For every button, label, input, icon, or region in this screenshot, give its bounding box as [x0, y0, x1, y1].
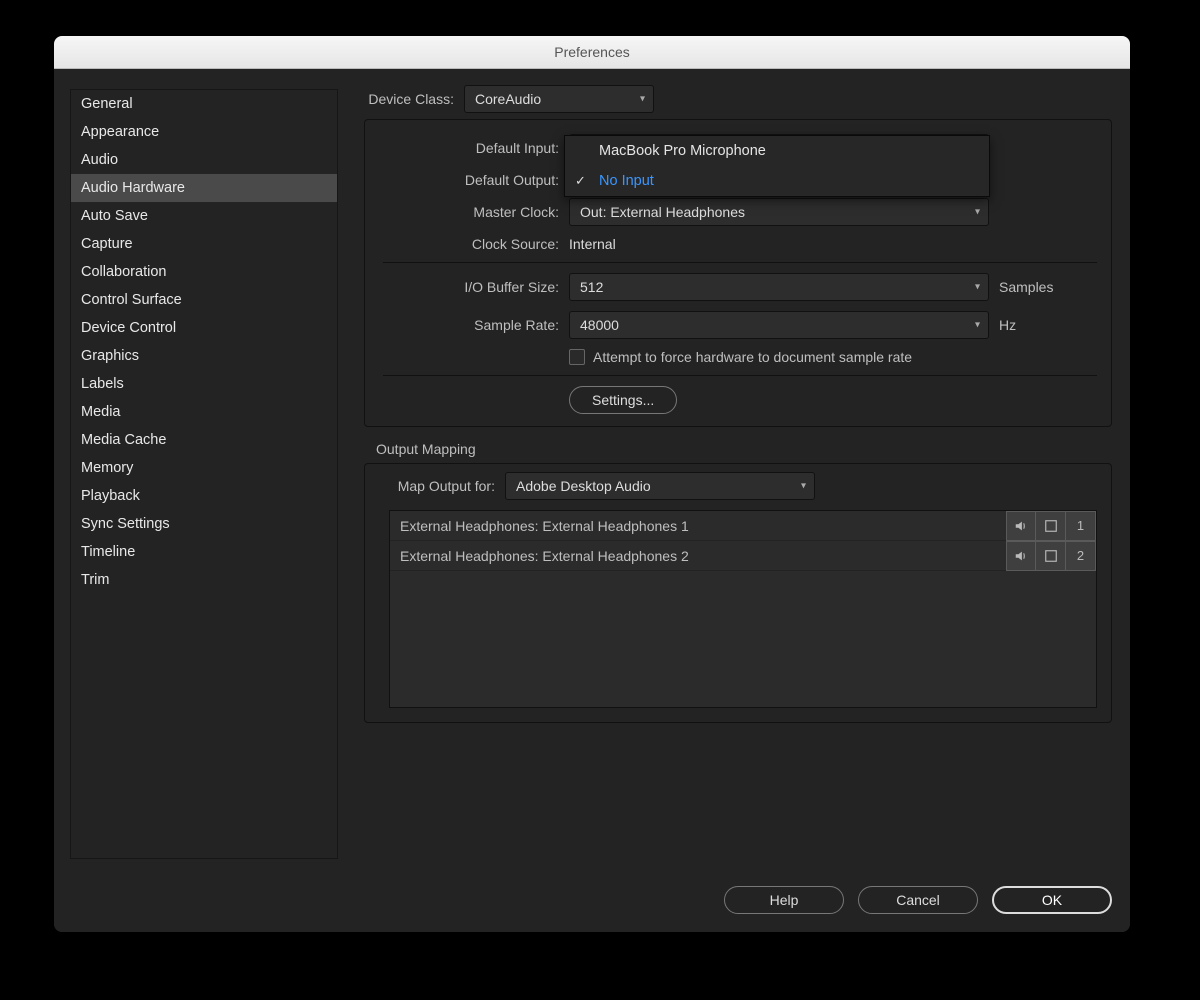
sidebar-item-appearance[interactable]: Appearance: [71, 118, 337, 146]
sidebar-item-audio-hardware[interactable]: Audio Hardware: [71, 174, 337, 202]
content: GeneralAppearanceAudioAudio HardwareAuto…: [54, 69, 1130, 932]
map-output-select[interactable]: Adobe Desktop Audio ▾: [505, 472, 815, 500]
force-sample-rate-label: Attempt to force hardware to document sa…: [593, 349, 912, 365]
sidebar-item-device-control[interactable]: Device Control: [71, 314, 337, 342]
sidebar-item-labels[interactable]: Labels: [71, 370, 337, 398]
sidebar-item-playback[interactable]: Playback: [71, 482, 337, 510]
chevron-down-icon: ▾: [975, 282, 980, 293]
settings-button[interactable]: Settings...: [569, 386, 677, 414]
main-panel: Device Class: CoreAudio ▾ Default Input:…: [354, 69, 1130, 932]
master-clock-label: Master Clock:: [369, 204, 569, 220]
sidebar-item-general[interactable]: General: [71, 90, 337, 118]
device-class-value: CoreAudio: [475, 91, 541, 107]
link-icon[interactable]: [1036, 541, 1066, 571]
io-buffer-label: I/O Buffer Size:: [369, 279, 569, 295]
cancel-button[interactable]: Cancel: [858, 886, 978, 914]
channel-number[interactable]: 1: [1066, 511, 1096, 541]
clock-source-label: Clock Source:: [369, 236, 569, 252]
link-icon[interactable]: [1036, 511, 1066, 541]
default-input-dropdown: MacBook Pro Microphone ✓ No Input: [564, 135, 990, 197]
output-channel-row: External Headphones: External Headphones…: [390, 511, 1096, 541]
clock-source-value: Internal: [569, 236, 616, 252]
dropdown-item-label: No Input: [599, 173, 654, 189]
sample-rate-unit: Hz: [999, 317, 1016, 333]
sidebar-item-media-cache[interactable]: Media Cache: [71, 426, 337, 454]
speaker-icon[interactable]: [1006, 511, 1036, 541]
map-output-label: Map Output for:: [369, 478, 505, 494]
output-channel-label: External Headphones: External Headphones…: [400, 518, 689, 534]
sidebar-item-memory[interactable]: Memory: [71, 454, 337, 482]
preferences-window: Preferences GeneralAppearanceAudioAudio …: [54, 36, 1130, 932]
ok-button[interactable]: OK: [992, 886, 1112, 914]
default-input-label: Default Input:: [369, 140, 569, 156]
sample-rate-value: 48000: [580, 317, 619, 333]
divider: [383, 375, 1097, 376]
master-clock-value: Out: External Headphones: [580, 204, 745, 220]
dropdown-item-label: MacBook Pro Microphone: [599, 143, 766, 159]
check-icon: ✓: [575, 173, 586, 189]
chevron-down-icon: ▾: [801, 481, 806, 492]
output-channel-label: External Headphones: External Headphones…: [400, 548, 689, 564]
dialog-footer: Help Cancel OK: [724, 886, 1112, 914]
window-title: Preferences: [54, 36, 1130, 69]
dropdown-item-no-input[interactable]: ✓ No Input: [565, 166, 989, 196]
master-clock-select[interactable]: Out: External Headphones ▾: [569, 198, 989, 226]
checkbox-icon: [569, 349, 585, 365]
io-buffer-value: 512: [580, 279, 603, 295]
chevron-down-icon: ▾: [975, 207, 980, 218]
sidebar-list: GeneralAppearanceAudioAudio HardwareAuto…: [70, 89, 338, 859]
sidebar-item-collaboration[interactable]: Collaboration: [71, 258, 337, 286]
channel-number[interactable]: 2: [1066, 541, 1096, 571]
speaker-icon[interactable]: [1006, 541, 1036, 571]
divider: [383, 262, 1097, 263]
device-class-select[interactable]: CoreAudio ▾: [464, 85, 654, 113]
chevron-down-icon: ▾: [975, 320, 980, 331]
sample-rate-label: Sample Rate:: [369, 317, 569, 333]
sidebar-item-trim[interactable]: Trim: [71, 566, 337, 594]
sidebar: GeneralAppearanceAudioAudio HardwareAuto…: [54, 69, 354, 932]
sidebar-item-auto-save[interactable]: Auto Save: [71, 202, 337, 230]
default-output-label: Default Output:: [369, 172, 569, 188]
device-class-label: Device Class:: [354, 91, 464, 107]
sidebar-item-capture[interactable]: Capture: [71, 230, 337, 258]
io-buffer-select[interactable]: 512 ▾: [569, 273, 989, 301]
force-sample-rate-checkbox[interactable]: Attempt to force hardware to document sa…: [569, 349, 1097, 365]
output-channel-list: External Headphones: External Headphones…: [389, 510, 1097, 708]
sidebar-item-graphics[interactable]: Graphics: [71, 342, 337, 370]
map-output-value: Adobe Desktop Audio: [516, 478, 651, 494]
io-buffer-unit: Samples: [999, 279, 1053, 295]
sidebar-item-media[interactable]: Media: [71, 398, 337, 426]
sidebar-item-sync-settings[interactable]: Sync Settings: [71, 510, 337, 538]
dropdown-item-macbook-pro-microphone[interactable]: MacBook Pro Microphone: [565, 136, 989, 166]
sidebar-item-control-surface[interactable]: Control Surface: [71, 286, 337, 314]
sample-rate-select[interactable]: 48000 ▾: [569, 311, 989, 339]
help-button[interactable]: Help: [724, 886, 844, 914]
output-mapping-group: Map Output for: Adobe Desktop Audio ▾ Ex…: [364, 463, 1112, 723]
output-mapping-title: Output Mapping: [376, 441, 1112, 457]
chevron-down-icon: ▾: [640, 94, 645, 105]
output-channel-row: External Headphones: External Headphones…: [390, 541, 1096, 571]
sidebar-item-timeline[interactable]: Timeline: [71, 538, 337, 566]
sidebar-item-audio[interactable]: Audio: [71, 146, 337, 174]
